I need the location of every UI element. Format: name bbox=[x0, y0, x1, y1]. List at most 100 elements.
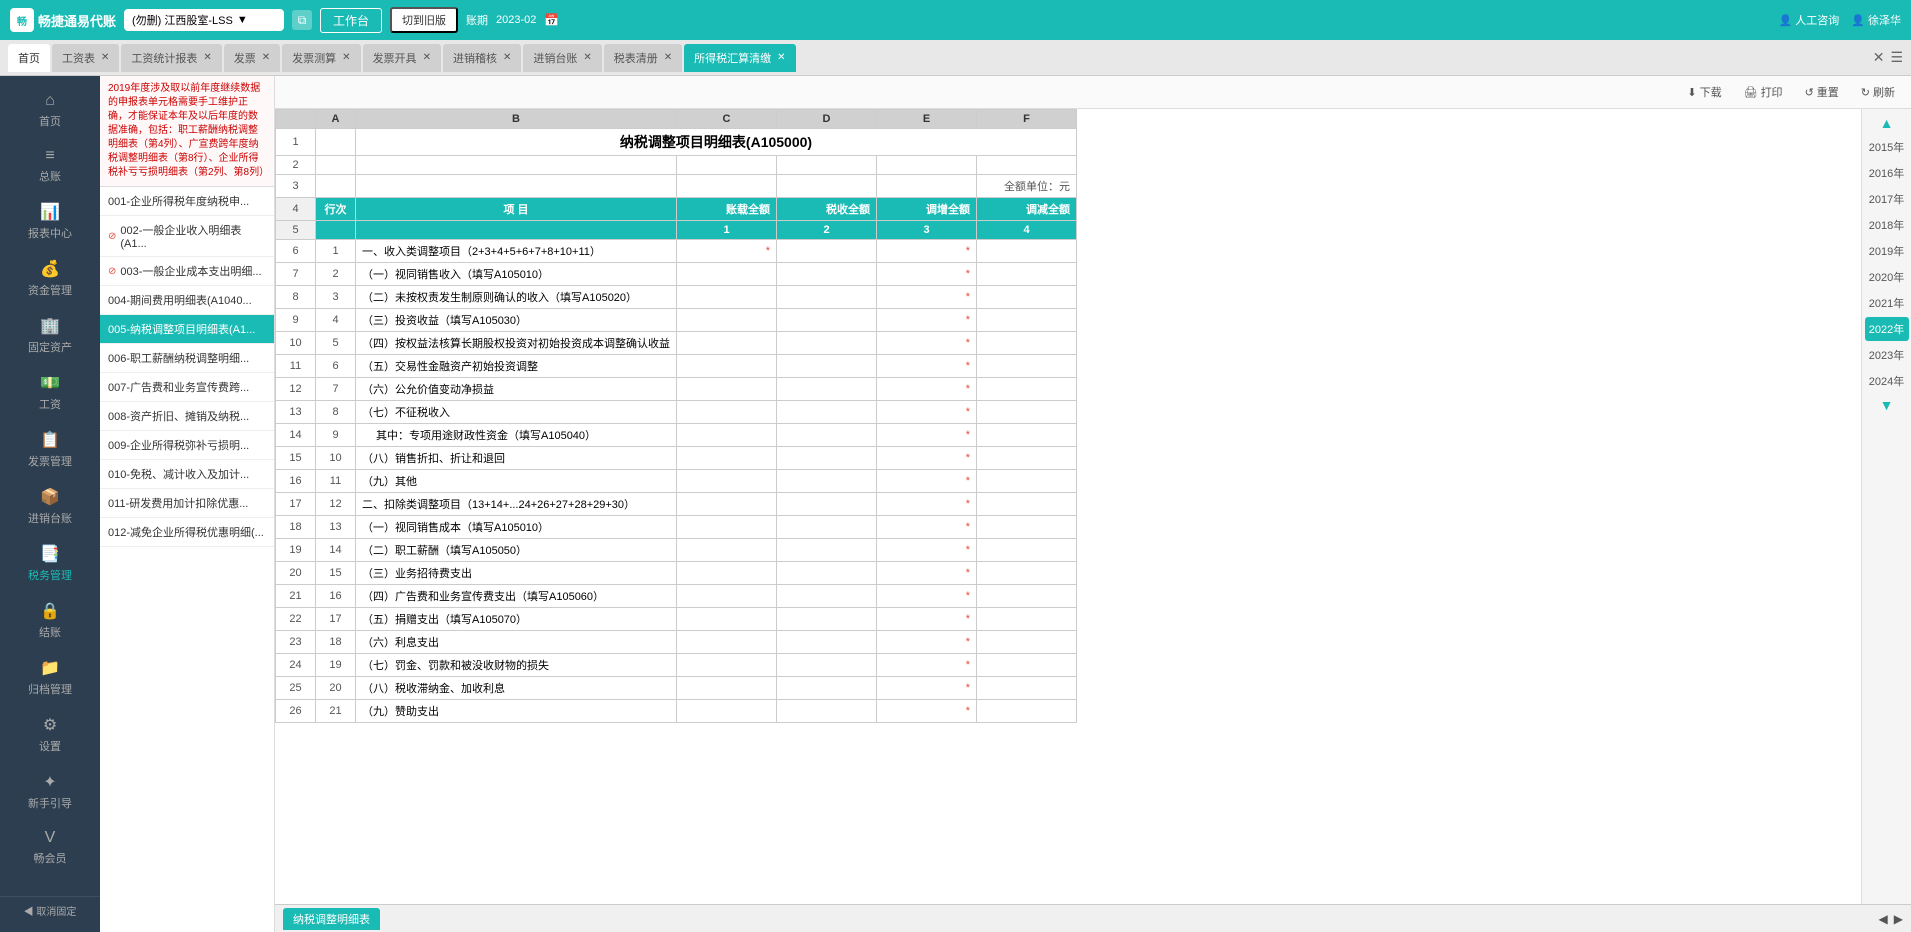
num-cell[interactable] bbox=[677, 608, 777, 631]
sidebar-item-guide[interactable]: ✦ 新手引导 bbox=[0, 764, 100, 819]
year-item-2020[interactable]: 2020年 bbox=[1865, 265, 1909, 289]
sidebar-item-report[interactable]: 📊 报表中心 bbox=[0, 194, 100, 249]
num-cell[interactable] bbox=[777, 447, 877, 470]
cell-2-a[interactable] bbox=[316, 156, 356, 175]
year-nav-down[interactable]: ▼ bbox=[1878, 395, 1896, 415]
num-cell[interactable]: * bbox=[877, 401, 977, 424]
collapse-button[interactable]: ◀ 取消固定 bbox=[0, 896, 100, 924]
num-cell[interactable] bbox=[677, 263, 777, 286]
num-cell[interactable] bbox=[977, 355, 1077, 378]
num-cell[interactable]: * bbox=[877, 263, 977, 286]
year-item-2015[interactable]: 2015年 bbox=[1865, 135, 1909, 159]
item-label[interactable]: （七）罚金、罚款和被没收财物的损失 bbox=[356, 654, 677, 677]
tab-purchase-ledger[interactable]: 进销台账 ✕ bbox=[523, 44, 601, 72]
num-cell[interactable]: * bbox=[877, 332, 977, 355]
num-cell[interactable] bbox=[777, 263, 877, 286]
tab-invoice-calc[interactable]: 发票测算 ✕ bbox=[282, 44, 360, 72]
reset-button[interactable]: ↺ 重置 bbox=[1799, 82, 1845, 102]
cell-2-c[interactable] bbox=[677, 156, 777, 175]
tab-invoice-issue-close[interactable]: ✕ bbox=[423, 52, 431, 63]
num-cell[interactable]: * bbox=[877, 493, 977, 516]
num-cell[interactable]: * bbox=[877, 286, 977, 309]
consult-button[interactable]: 👤 人工咨询 bbox=[1779, 12, 1840, 28]
num-cell[interactable] bbox=[777, 654, 877, 677]
item-label[interactable]: 其中：专项用途财政性资金（填写A105040） bbox=[356, 424, 677, 447]
tab-tax-settlement[interactable]: 所得税汇算清缴 ✕ bbox=[684, 44, 795, 72]
tab-tax-list-close[interactable]: ✕ bbox=[664, 52, 672, 63]
left-item-010[interactable]: 010-免税、减计收入及加计... bbox=[100, 460, 274, 489]
download-button[interactable]: ⬇ 下载 bbox=[1681, 82, 1727, 102]
num-cell[interactable] bbox=[677, 378, 777, 401]
tab-tax-settlement-close[interactable]: ✕ bbox=[777, 52, 785, 63]
tab-purchase-ledger-close[interactable]: ✕ bbox=[583, 52, 591, 63]
left-item-002[interactable]: ⊘ 002-一般企业收入明细表(A1... bbox=[100, 216, 274, 257]
tab-salary-close[interactable]: ✕ bbox=[101, 52, 109, 63]
num-cell[interactable] bbox=[977, 585, 1077, 608]
tab-purchase-check[interactable]: 进销稽核 ✕ bbox=[443, 44, 521, 72]
left-item-006[interactable]: 006-职工薪酬纳税调整明细... bbox=[100, 344, 274, 373]
left-item-011[interactable]: 011-研发费用加计扣除优惠... bbox=[100, 489, 274, 518]
num-cell[interactable] bbox=[977, 286, 1077, 309]
num-cell[interactable]: * bbox=[877, 424, 977, 447]
year-item-2022[interactable]: 2022年 bbox=[1865, 317, 1909, 341]
num-cell[interactable] bbox=[777, 631, 877, 654]
num-cell[interactable] bbox=[977, 631, 1077, 654]
num-cell[interactable]: * bbox=[877, 562, 977, 585]
num-cell[interactable] bbox=[677, 516, 777, 539]
cell-3-e[interactable] bbox=[877, 175, 977, 198]
num-cell[interactable]: * bbox=[877, 355, 977, 378]
num-cell[interactable] bbox=[777, 585, 877, 608]
sheet-table-wrap[interactable]: A B C D E F 1 bbox=[275, 109, 1861, 904]
num-cell[interactable] bbox=[777, 240, 877, 263]
num-cell[interactable]: * bbox=[877, 447, 977, 470]
num-cell[interactable] bbox=[777, 355, 877, 378]
sidebar-item-salary[interactable]: 💵 工资 bbox=[0, 365, 100, 420]
num-cell[interactable] bbox=[677, 562, 777, 585]
sidebar-item-invoice-mgmt[interactable]: 📋 发票管理 bbox=[0, 422, 100, 477]
left-item-007[interactable]: 007-广告费和业务宣传费跨... bbox=[100, 373, 274, 402]
num-cell[interactable] bbox=[677, 355, 777, 378]
num-cell[interactable]: * bbox=[877, 677, 977, 700]
num-cell[interactable] bbox=[777, 424, 877, 447]
num-cell[interactable] bbox=[977, 263, 1077, 286]
num-cell[interactable] bbox=[777, 516, 877, 539]
num-cell[interactable] bbox=[977, 240, 1077, 263]
num-cell[interactable] bbox=[677, 654, 777, 677]
cell-2-f[interactable] bbox=[977, 156, 1077, 175]
num-cell[interactable]: * bbox=[877, 631, 977, 654]
sidebar-item-archive[interactable]: 📁 归档管理 bbox=[0, 650, 100, 705]
num-cell[interactable] bbox=[777, 470, 877, 493]
sidebar-item-setting[interactable]: ⚙ 设置 bbox=[0, 707, 100, 762]
num-cell[interactable] bbox=[777, 562, 877, 585]
num-cell[interactable] bbox=[777, 378, 877, 401]
num-cell[interactable] bbox=[777, 309, 877, 332]
item-label[interactable]: （三）投资收益（填写A105030） bbox=[356, 309, 677, 332]
num-cell[interactable] bbox=[677, 309, 777, 332]
tab-salary-report-close[interactable]: ✕ bbox=[203, 52, 211, 63]
year-item-2021[interactable]: 2021年 bbox=[1865, 291, 1909, 315]
cell-3-d[interactable] bbox=[777, 175, 877, 198]
num-cell[interactable] bbox=[977, 562, 1077, 585]
cell-1-a[interactable] bbox=[316, 129, 356, 156]
num-cell[interactable] bbox=[977, 608, 1077, 631]
item-label[interactable]: （七）不征税收入 bbox=[356, 401, 677, 424]
sidebar-item-close[interactable]: 🔒 结账 bbox=[0, 593, 100, 648]
num-cell[interactable]: * bbox=[877, 585, 977, 608]
item-label[interactable]: 二、扣除类调整项目（13+14+...24+26+27+28+29+30） bbox=[356, 493, 677, 516]
num-cell[interactable]: * bbox=[877, 654, 977, 677]
num-cell[interactable] bbox=[977, 309, 1077, 332]
item-label[interactable]: （二）未按权责发生制原则确认的收入（填写A105020） bbox=[356, 286, 677, 309]
num-cell[interactable] bbox=[677, 401, 777, 424]
item-label[interactable]: （八）销售折扣、折让和退回 bbox=[356, 447, 677, 470]
num-cell[interactable] bbox=[977, 539, 1077, 562]
item-label[interactable]: （二）职工薪酬（填写A105050） bbox=[356, 539, 677, 562]
item-label[interactable]: （九）其他 bbox=[356, 470, 677, 493]
cell-2-e[interactable] bbox=[877, 156, 977, 175]
num-cell[interactable] bbox=[777, 608, 877, 631]
num-cell[interactable] bbox=[977, 700, 1077, 723]
item-label[interactable]: 一、收入类调整项目（2+3+4+5+6+7+8+10+11） bbox=[356, 240, 677, 263]
num-cell[interactable] bbox=[777, 677, 877, 700]
left-item-003[interactable]: ⊘ 003-一般企业成本支出明细... bbox=[100, 257, 274, 286]
tab-home[interactable]: 首页 bbox=[8, 44, 50, 72]
sidebar-item-fixed[interactable]: 🏢 固定资产 bbox=[0, 308, 100, 363]
